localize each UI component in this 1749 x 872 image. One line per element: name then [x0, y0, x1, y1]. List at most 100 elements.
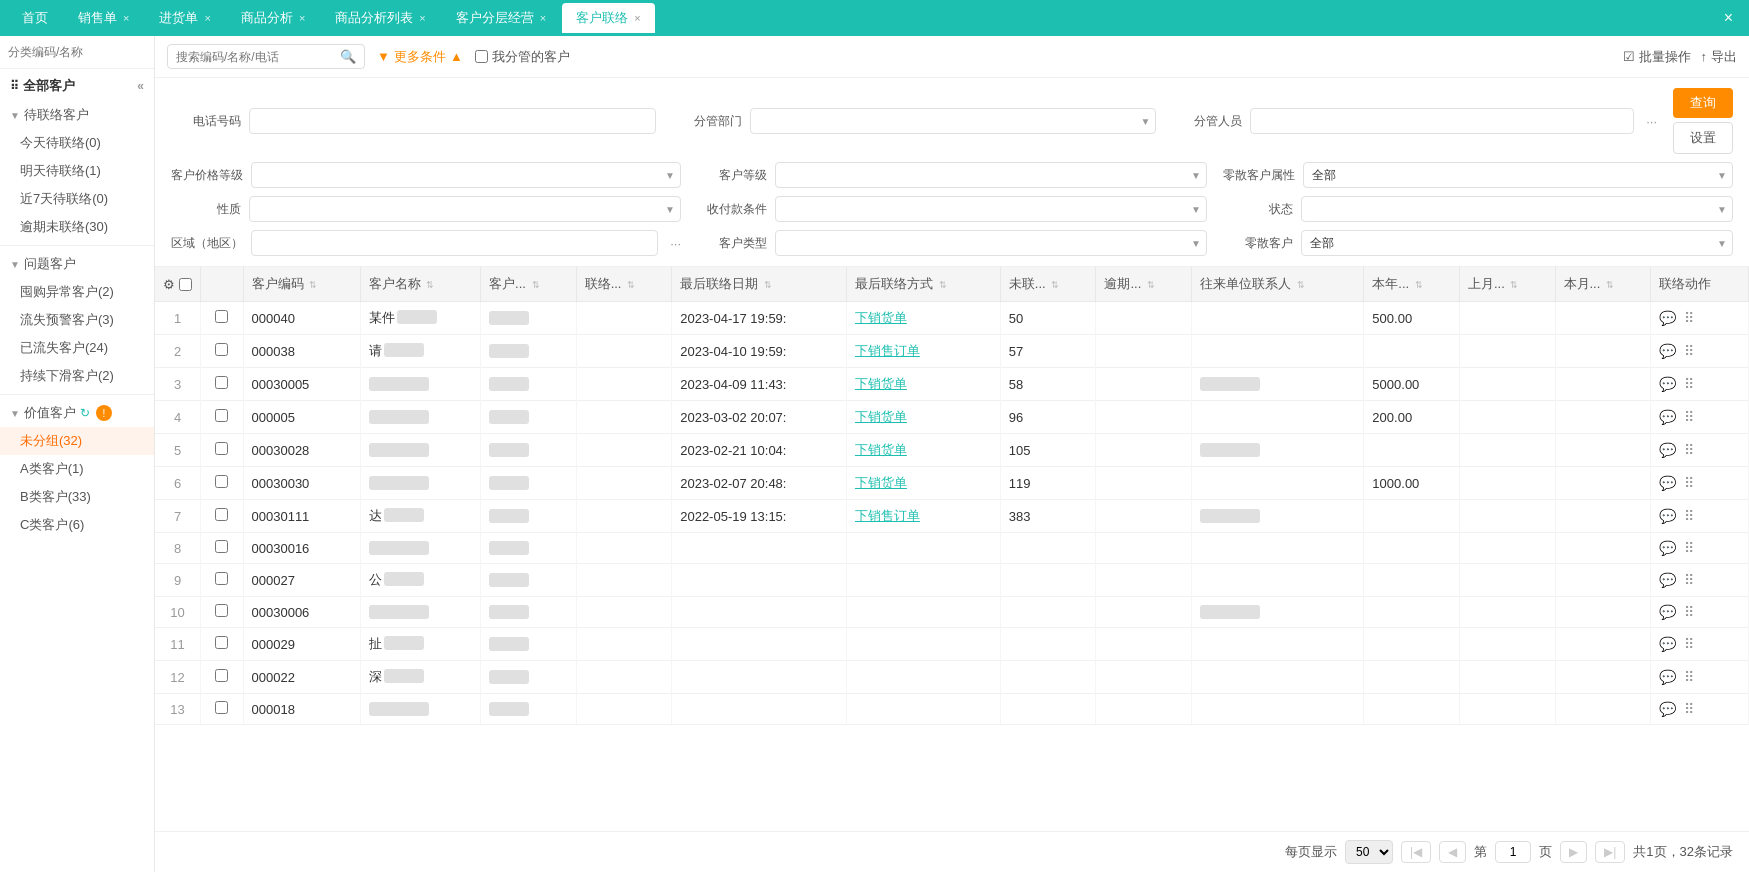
- more-action-icon[interactable]: ⠿: [1684, 442, 1694, 458]
- more-action-icon[interactable]: ⠿: [1684, 669, 1694, 685]
- page-number-input[interactable]: [1495, 841, 1531, 863]
- contact-action-icon[interactable]: 💬: [1659, 409, 1676, 425]
- customer-type-select[interactable]: [775, 230, 1207, 256]
- col-header-code[interactable]: 客户编码 ⇅: [243, 267, 360, 302]
- col-header-no-contact[interactable]: 未联... ⇅: [1000, 267, 1096, 302]
- col-header-this-year[interactable]: 本年... ⇅: [1364, 267, 1460, 302]
- col-header-this-month[interactable]: 本月... ⇅: [1555, 267, 1651, 302]
- problem-customers-toggle[interactable]: ▼ 问题客户: [0, 250, 154, 278]
- row-select-checkbox[interactable]: [215, 409, 228, 422]
- more-action-icon[interactable]: ⠿: [1684, 343, 1694, 359]
- col-header-unit-contact[interactable]: 往来单位联系人 ⇅: [1191, 267, 1363, 302]
- sidebar-item-tomorrow-pending[interactable]: 明天待联络(1): [0, 157, 154, 185]
- contact-action-icon[interactable]: 💬: [1659, 636, 1676, 652]
- contact-method-link[interactable]: 下销售订单: [855, 508, 920, 523]
- pending-contact-toggle[interactable]: ▼ 待联络客户: [0, 101, 154, 129]
- tab-product-analysis[interactable]: 商品分析 ×: [227, 3, 319, 33]
- batch-ops-button[interactable]: ☑ 批量操作: [1623, 48, 1691, 66]
- sidebar-item-near7-pending[interactable]: 近7天待联络(0): [0, 185, 154, 213]
- row-select-checkbox[interactable]: [215, 508, 228, 521]
- contact-method-link[interactable]: 下销货单: [855, 310, 907, 325]
- tab-purchase[interactable]: 进货单 ×: [145, 3, 224, 33]
- sidebar-item-persistent-decline[interactable]: 持续下滑客户(2): [0, 362, 154, 390]
- row-select-checkbox[interactable]: [215, 636, 228, 649]
- contact-action-icon[interactable]: 💬: [1659, 669, 1676, 685]
- payment-select[interactable]: [775, 196, 1207, 222]
- close-icon[interactable]: ×: [123, 12, 129, 24]
- contact-method-link[interactable]: 下销货单: [855, 409, 907, 424]
- sidebar-item-already-lost[interactable]: 已流失客户(24): [0, 334, 154, 362]
- row-select-checkbox[interactable]: [215, 701, 228, 714]
- contact-action-icon[interactable]: 💬: [1659, 572, 1676, 588]
- status-select[interactable]: [1301, 196, 1733, 222]
- contact-action-icon[interactable]: 💬: [1659, 442, 1676, 458]
- tab-sales[interactable]: 销售单 ×: [64, 3, 143, 33]
- col-header-type[interactable]: 客户... ⇅: [481, 267, 577, 302]
- tab-home[interactable]: 首页: [8, 3, 62, 33]
- settings-icon[interactable]: ⚙: [163, 277, 175, 292]
- manager-more-icon[interactable]: ···: [1646, 114, 1657, 129]
- all-customers-title[interactable]: ⠿ 全部客户 «: [0, 69, 154, 101]
- more-action-icon[interactable]: ⠿: [1684, 409, 1694, 425]
- col-header-last-date[interactable]: 最后联络日期 ⇅: [672, 267, 847, 302]
- close-icon[interactable]: ×: [299, 12, 305, 24]
- sidebar-item-group-a[interactable]: A类客户(1): [0, 455, 154, 483]
- contact-method-link[interactable]: 下销货单: [855, 475, 907, 490]
- contact-action-icon[interactable]: 💬: [1659, 604, 1676, 620]
- contact-action-icon[interactable]: 💬: [1659, 475, 1676, 491]
- per-page-select[interactable]: 50: [1345, 840, 1393, 864]
- contact-method-link[interactable]: 下销售订单: [855, 343, 920, 358]
- close-icon[interactable]: ×: [540, 12, 546, 24]
- last-page-button[interactable]: ▶|: [1595, 841, 1625, 863]
- price-level-select[interactable]: [251, 162, 681, 188]
- close-icon[interactable]: ×: [419, 12, 425, 24]
- my-customers-checkbox[interactable]: [475, 50, 488, 63]
- tab-product-analysis-list[interactable]: 商品分析列表 ×: [321, 3, 439, 33]
- contact-method-link[interactable]: 下销货单: [855, 442, 907, 457]
- row-select-checkbox[interactable]: [215, 572, 228, 585]
- contact-action-icon[interactable]: 💬: [1659, 508, 1676, 524]
- value-customers-toggle[interactable]: ▼ 价值客户 ↻ !: [0, 399, 154, 427]
- contact-action-icon[interactable]: 💬: [1659, 343, 1676, 359]
- area-more-icon[interactable]: ···: [670, 236, 681, 251]
- row-select-checkbox[interactable]: [215, 604, 228, 617]
- close-icon[interactable]: ×: [634, 12, 640, 24]
- refresh-icon[interactable]: ↻: [80, 406, 90, 420]
- prev-page-button[interactable]: ◀: [1439, 841, 1466, 863]
- gender-select[interactable]: [249, 196, 681, 222]
- window-close-button[interactable]: ×: [1716, 9, 1741, 27]
- tab-customer-contact[interactable]: 客户联络 ×: [562, 3, 654, 33]
- dept-select[interactable]: [750, 108, 1157, 134]
- row-select-checkbox[interactable]: [215, 310, 228, 323]
- select-all-checkbox[interactable]: [179, 278, 192, 291]
- tab-customer-tier[interactable]: 客户分层经营 ×: [442, 3, 560, 33]
- col-header-name[interactable]: 客户名称 ⇅: [360, 267, 480, 302]
- col-header-last-method[interactable]: 最后联络方式 ⇅: [846, 267, 1000, 302]
- phone-input[interactable]: [249, 108, 656, 134]
- sidebar-item-overdue-pending[interactable]: 逾期未联络(30): [0, 213, 154, 241]
- search-input[interactable]: [176, 50, 336, 64]
- manager-input[interactable]: [1250, 108, 1634, 134]
- more-action-icon[interactable]: ⠿: [1684, 508, 1694, 524]
- row-select-checkbox[interactable]: [215, 376, 228, 389]
- reset-button[interactable]: 设置: [1673, 122, 1733, 154]
- col-header-last-month[interactable]: 上月... ⇅: [1459, 267, 1555, 302]
- retail-attr-select[interactable]: 全部: [1303, 162, 1733, 188]
- contact-action-icon[interactable]: 💬: [1659, 701, 1676, 717]
- first-page-button[interactable]: |◀: [1401, 841, 1431, 863]
- more-action-icon[interactable]: ⠿: [1684, 636, 1694, 652]
- more-action-icon[interactable]: ⠿: [1684, 310, 1694, 326]
- more-conditions-button[interactable]: ▼ 更多条件 ▲: [377, 48, 463, 66]
- more-action-icon[interactable]: ⠿: [1684, 540, 1694, 556]
- sidebar-item-no-group[interactable]: 未分组(32): [0, 427, 154, 455]
- export-button[interactable]: ↑ 导出: [1701, 48, 1738, 66]
- close-icon[interactable]: ×: [204, 12, 210, 24]
- row-select-checkbox[interactable]: [215, 442, 228, 455]
- next-page-button[interactable]: ▶: [1560, 841, 1587, 863]
- sidebar-item-group-b[interactable]: B类客户(33): [0, 483, 154, 511]
- sidebar-search-input[interactable]: [8, 45, 155, 59]
- collapse-sidebar-button[interactable]: «: [137, 79, 144, 93]
- search-icon[interactable]: 🔍: [340, 49, 356, 64]
- col-header-overdue[interactable]: 逾期... ⇅: [1096, 267, 1192, 302]
- row-select-checkbox[interactable]: [215, 343, 228, 356]
